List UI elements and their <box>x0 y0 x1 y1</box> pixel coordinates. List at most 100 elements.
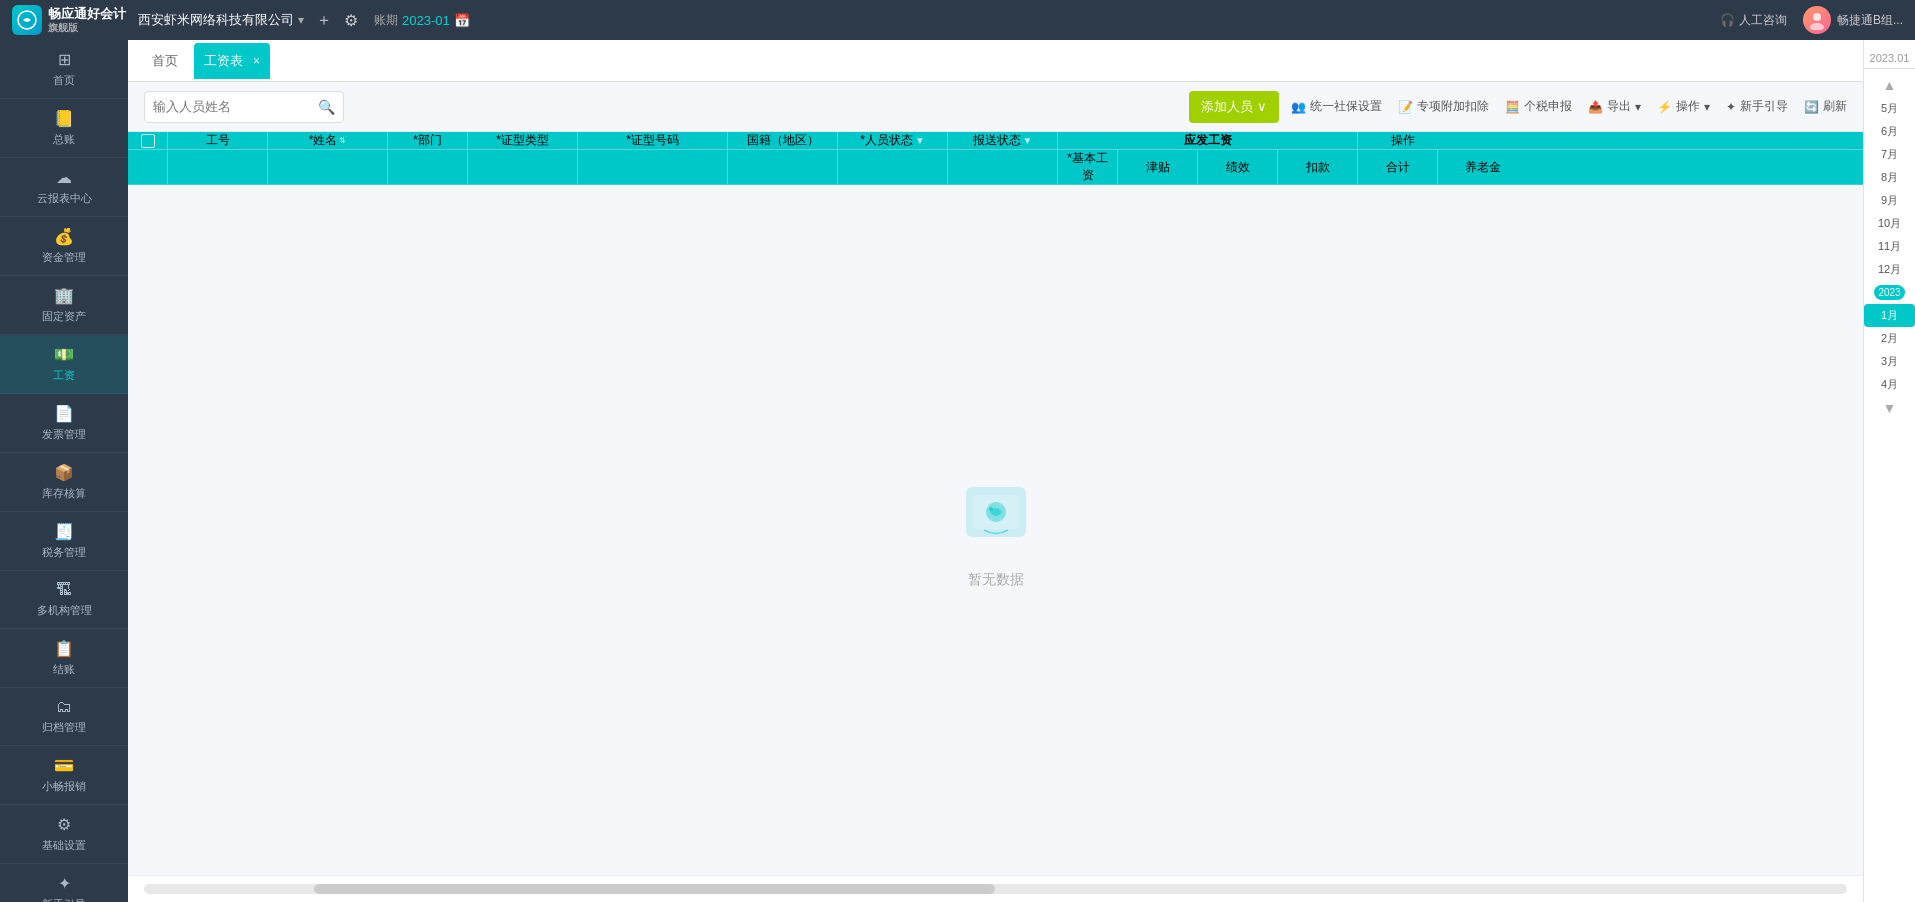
sidebar-item-tax[interactable]: 🧾 税务管理 <box>0 512 128 571</box>
th2-empno <box>168 150 268 184</box>
user-name: 畅捷通B组... <box>1837 12 1903 29</box>
sidebar-item-guide[interactable]: ✦ 新手引导 <box>0 864 128 902</box>
sidebar-label-org: 多机构管理 <box>37 603 92 618</box>
sidebar-item-inventory[interactable]: 📦 库存核算 <box>0 453 128 512</box>
th-report-status[interactable]: 报送状态 ▼ <box>948 132 1058 149</box>
th-operations-header: 操作 <box>1358 132 1448 149</box>
th2-report <box>948 150 1058 184</box>
sidebar-item-home[interactable]: ⊞ 首页 <box>0 40 128 99</box>
th2-id-type <box>468 150 578 184</box>
operations-btn[interactable]: ⚡ 操作 ▾ <box>1657 98 1710 115</box>
extra-deduction-btn[interactable]: 📝 专项附加扣除 <box>1398 98 1489 115</box>
month-6[interactable]: 6月 <box>1864 120 1915 143</box>
th2-pension: 养老金 <box>1438 150 1528 184</box>
panel-down-arrow[interactable]: ▼ <box>1879 396 1901 420</box>
invoice-icon: 📄 <box>54 404 74 423</box>
month-2[interactable]: 2月 <box>1864 327 1915 350</box>
period-value[interactable]: 2023-01 <box>402 13 450 28</box>
sidebar-item-cloud-report[interactable]: ☁ 云报表中心 <box>0 158 128 217</box>
operations-arrow-icon: ▾ <box>1704 100 1710 114</box>
add-btn-arrow-icon: ∨ <box>1257 99 1267 114</box>
header-checkbox[interactable] <box>141 134 155 148</box>
sidebar-item-salary[interactable]: 💵 工资 <box>0 335 128 394</box>
sidebar-item-expense[interactable]: 💳 小畅报销 <box>0 746 128 805</box>
th2-id-no <box>578 150 728 184</box>
add-company-icon[interactable]: ＋ <box>312 6 336 35</box>
expense-icon: 💳 <box>54 756 74 775</box>
company-selector[interactable]: 西安虾米网络科技有限公司 ▾ <box>138 11 304 29</box>
table-area: 工号 *姓名 ⇅ *部门 *证型类型 *证型号码 <box>128 132 1863 902</box>
search-input[interactable] <box>153 99 318 114</box>
toolbar-actions: 👥 统一社保设置 📝 专项附加扣除 🧮 个税申报 📤 导出 ▾ <box>1291 98 1847 115</box>
th2-performance: 绩效 <box>1198 150 1278 184</box>
th2-dept <box>388 150 468 184</box>
refresh-icon: 🔄 <box>1804 100 1819 114</box>
export-btn[interactable]: 📤 导出 ▾ <box>1588 98 1641 115</box>
th-status[interactable]: *人员状态 ▼ <box>838 132 948 149</box>
close-period-icon: 📋 <box>54 639 74 658</box>
salary-icon: 💵 <box>54 345 74 364</box>
month-9[interactable]: 9月 <box>1864 189 1915 212</box>
toolbar: 🔍 添加人员 ∨ 👥 统一社保设置 📝 专项附加扣除 <box>128 82 1863 132</box>
month-1[interactable]: 1月 <box>1864 304 1915 327</box>
scroll-track[interactable] <box>144 884 1847 894</box>
table-header-row2: *基本工资 津贴 绩效 扣款 合计 养老金 <box>128 150 1863 185</box>
app-edition: 旗舰版 <box>48 22 126 34</box>
sidebar: ⊞ 首页 📒 总账 ☁ 云报表中心 💰 资金管理 🏢 固定资产 💵 工资 <box>0 40 128 902</box>
org-icon: 🏗 <box>56 581 72 599</box>
new-guide-btn[interactable]: ✦ 新手引导 <box>1726 98 1788 115</box>
add-person-button[interactable]: 添加人员 ∨ <box>1189 91 1279 123</box>
tab-home[interactable]: 首页 <box>140 40 190 82</box>
search-icon[interactable]: 🔍 <box>318 99 335 115</box>
sidebar-item-multi-org[interactable]: 🏗 多机构管理 <box>0 571 128 629</box>
month-8[interactable]: 8月 <box>1864 166 1915 189</box>
tax-icon-btn: 🧮 <box>1505 100 1520 114</box>
th2-status <box>838 150 948 184</box>
right-panel: 2023.01 ▲ 5月 6月 7月 8月 9月 10月 11月 12月 202… <box>1863 40 1915 902</box>
svg-point-2 <box>1810 23 1824 30</box>
settings-nav-icon: ⚙ <box>57 815 71 834</box>
month-7[interactable]: 7月 <box>1864 143 1915 166</box>
logo-area: 畅应通好会计 旗舰版 <box>12 5 126 35</box>
sidebar-item-close[interactable]: 📋 结账 <box>0 629 128 688</box>
settings-icon[interactable]: ⚙ <box>340 7 362 34</box>
month-3[interactable]: 3月 <box>1864 350 1915 373</box>
month-4[interactable]: 4月 <box>1864 373 1915 396</box>
support-btn[interactable]: 🎧 人工咨询 <box>1720 12 1787 29</box>
sidebar-item-fund[interactable]: 💰 资金管理 <box>0 217 128 276</box>
status-filter-icon[interactable]: ▼ <box>915 135 925 146</box>
empty-icon <box>956 472 1036 555</box>
sidebar-item-fixed-assets[interactable]: 🏢 固定资产 <box>0 276 128 335</box>
year-2023-badge: 2023 <box>1874 285 1904 300</box>
calendar-icon[interactable]: 📅 <box>454 13 470 28</box>
ledger-icon: 📒 <box>54 109 74 128</box>
svg-point-6 <box>989 507 993 511</box>
th-checkbox[interactable] <box>128 132 168 149</box>
report-filter-icon[interactable]: ▼ <box>1023 135 1033 146</box>
scroll-thumb[interactable] <box>314 884 995 894</box>
month-5[interactable]: 5月 <box>1864 97 1915 120</box>
sidebar-item-invoice[interactable]: 📄 发票管理 <box>0 394 128 453</box>
sidebar-label-close: 结账 <box>53 662 75 677</box>
table-header-row1: 工号 *姓名 ⇅ *部门 *证型类型 *证型号码 <box>128 132 1863 150</box>
tax-return-btn[interactable]: 🧮 个税申报 <box>1505 98 1572 115</box>
th-name[interactable]: *姓名 ⇅ <box>268 132 388 149</box>
sidebar-item-settings[interactable]: ⚙ 基础设置 <box>0 805 128 864</box>
scrollbar-area <box>128 875 1863 902</box>
panel-up-arrow[interactable]: ▲ <box>1879 73 1901 97</box>
social-security-btn[interactable]: 👥 统一社保设置 <box>1291 98 1382 115</box>
month-11[interactable]: 11月 <box>1864 235 1915 258</box>
month-12[interactable]: 12月 <box>1864 258 1915 281</box>
search-wrap: 🔍 <box>144 91 344 123</box>
sidebar-item-ledger[interactable]: 📒 总账 <box>0 99 128 158</box>
th-empno: 工号 <box>168 132 268 149</box>
user-area[interactable]: 畅捷通B组... <box>1803 6 1903 34</box>
sidebar-item-archive[interactable]: 🗂 归档管理 <box>0 688 128 746</box>
tab-close-btn[interactable]: × <box>253 54 260 68</box>
refresh-btn[interactable]: 🔄 刷新 <box>1804 98 1847 115</box>
dropdown-icon[interactable]: ▾ <box>298 13 304 27</box>
th-id-type: *证型类型 <box>468 132 578 149</box>
empty-state: 暂无数据 <box>128 185 1863 875</box>
month-10[interactable]: 10月 <box>1864 212 1915 235</box>
tab-salary[interactable]: 工资表 × <box>194 43 270 79</box>
